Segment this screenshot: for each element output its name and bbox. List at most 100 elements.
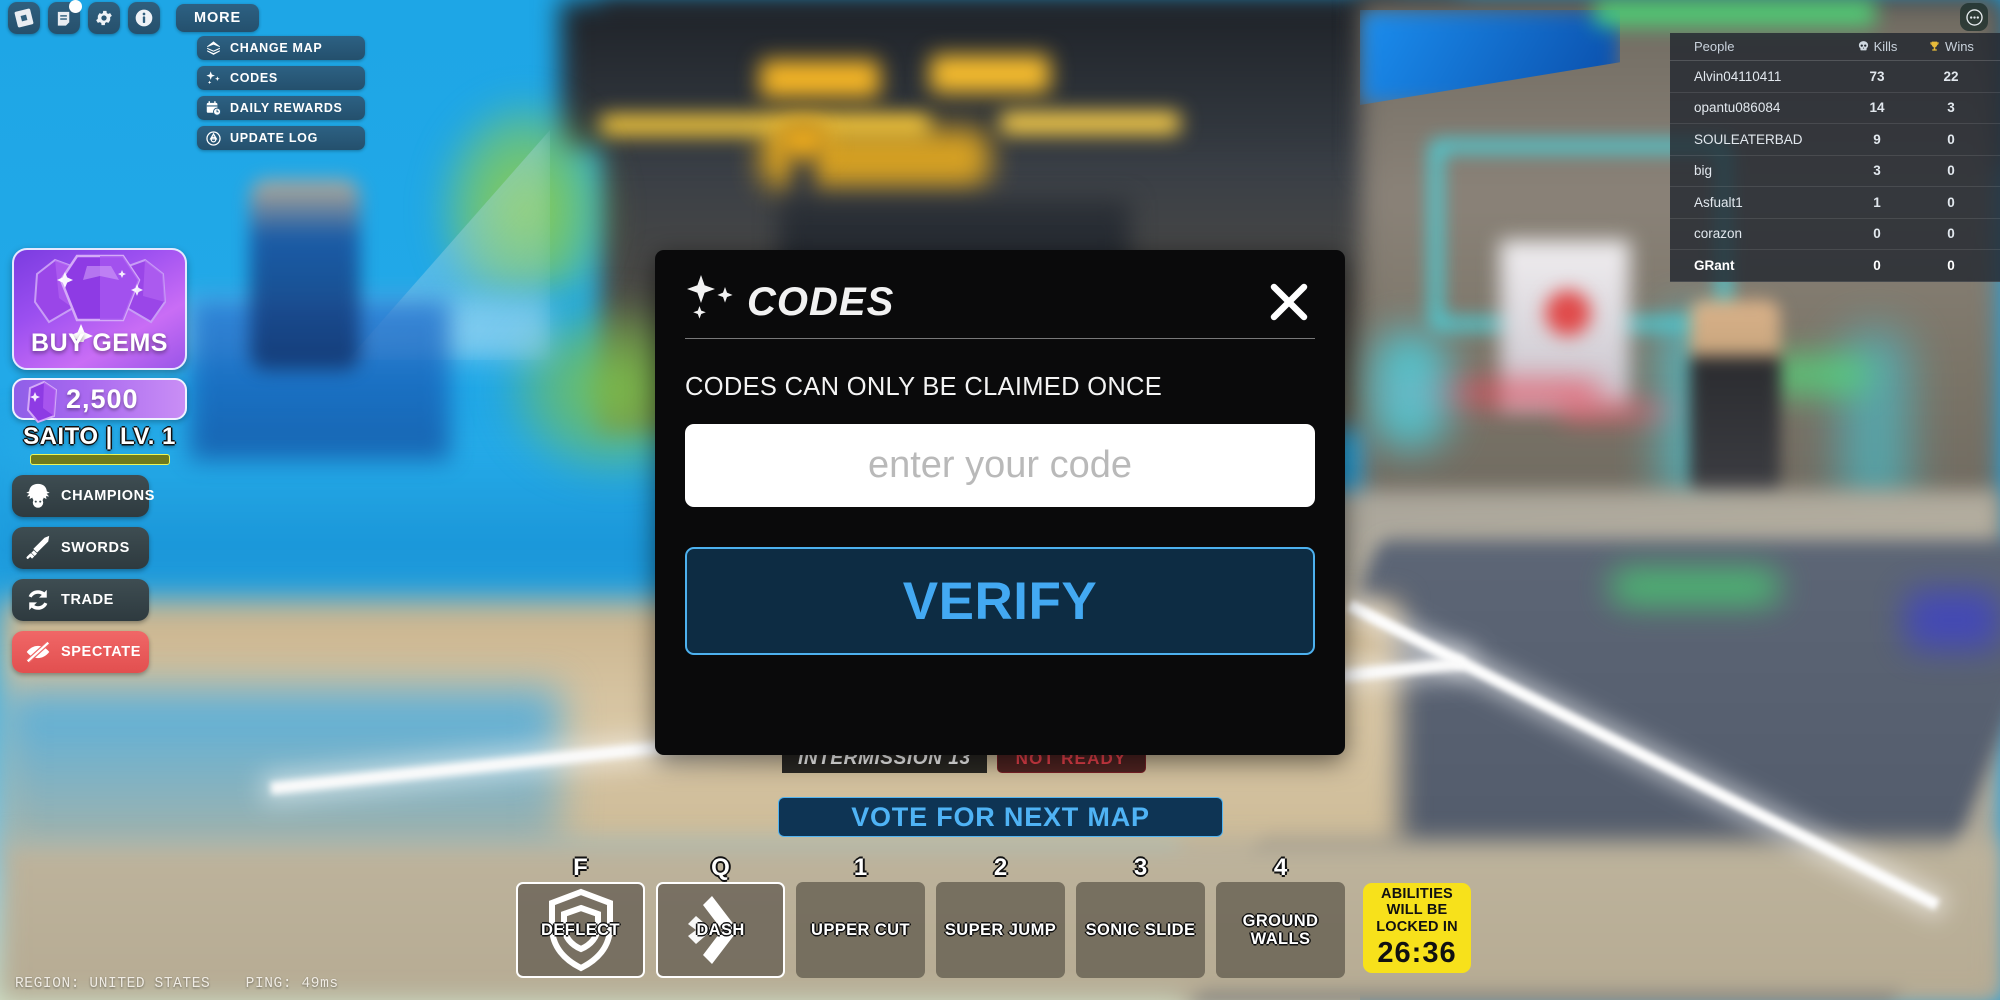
codes-modal-header: CODES (685, 272, 1315, 332)
menu-item-label: CHANGE MAP (230, 41, 323, 55)
ability-label: SONIC SLIDE (1085, 920, 1196, 939)
ability-key: Q (711, 854, 730, 881)
buy-gems-button[interactable]: BUY GEMS (12, 248, 187, 370)
ability-box[interactable]: UPPER CUT (796, 882, 925, 978)
neon-sign-bar (1000, 112, 1180, 134)
vote-for-next-map-button[interactable]: VOTE FOR NEXT MAP (778, 797, 1223, 837)
menu-item-codes[interactable]: CODES (197, 66, 365, 90)
ability-key: 1 (853, 854, 868, 881)
left-sidebar: BUY GEMS 2,500 SAITO | LV. 1 CHAMPIONS S… (12, 248, 187, 673)
info-icon[interactable] (128, 2, 160, 34)
ability-label: DEFLECT (541, 920, 620, 939)
sidebar-item-swords[interactable]: SWORDS (12, 527, 149, 569)
leaderboard-wins: 0 (1947, 163, 1955, 179)
leaderboard-kills: 3 (1873, 163, 1881, 179)
more-button[interactable]: MORE (176, 4, 260, 32)
menu-item-change-map[interactable]: CHANGE MAP (197, 36, 365, 60)
menu-item-update-log[interactable]: UPDATE LOG (197, 126, 365, 150)
region-ping-footer: REGION: UNITED STATES PING: 49ms (15, 976, 365, 992)
modal-divider (685, 338, 1315, 339)
leaderboard-player-name: Asfualt1 (1694, 194, 1743, 210)
ability-slot-sonic-slide[interactable]: 3 SONIC SLIDE (1076, 856, 1205, 978)
ability-label: GROUND WALLS (1242, 911, 1319, 948)
leaderboard-wins: 0 (1947, 257, 1955, 273)
leaderboard-player-name: GRant (1694, 257, 1735, 273)
ability-slot-upper-cut[interactable]: 1 UPPER CUT (796, 856, 925, 978)
ability-box[interactable]: SUPER JUMP (936, 882, 1065, 978)
leaderboard-row: Alvin04110411 73 22 (1670, 61, 2000, 93)
notification-badge (69, 0, 82, 13)
menu-item-label: CODES (230, 71, 278, 85)
champion-head-icon (22, 481, 54, 511)
sidebar-item-spectate[interactable]: SPECTATE (12, 631, 149, 673)
ability-key: 3 (1133, 854, 1148, 881)
ability-box[interactable]: DASH (656, 882, 785, 978)
trophy-icon (1930, 41, 1939, 51)
leaderboard-row: corazon 0 0 (1670, 219, 2000, 250)
poster-accent (1545, 290, 1591, 336)
lamp-light (775, 120, 831, 160)
ability-box[interactable]: GROUND WALLS (1216, 882, 1345, 978)
leaderboard-kills: 0 (1873, 226, 1881, 242)
ability-bar: F DEFLECT Q DASH 1 UPPER CUT 2 SUPER JUM… (516, 856, 1471, 978)
leaderboard-wins: 0 (1947, 131, 1955, 147)
sword-icon (22, 533, 54, 563)
eye-slash-icon (22, 637, 54, 667)
ellipsis-icon (1965, 8, 1983, 26)
more-dropdown-menu: CHANGE MAP CODES DAILY REWARDS UPDATE LO… (197, 36, 365, 150)
leaderboard-wins: 22 (1943, 68, 1959, 84)
gem-icon (18, 376, 66, 433)
leaderboard-player-name: Alvin04110411 (1694, 68, 1782, 84)
lock-timer-line-3: LOCKED IN (1376, 918, 1458, 935)
leaderboard-player-name: SOULEATERBAD (1694, 131, 1803, 147)
leaderboard-wins: 0 (1947, 194, 1955, 210)
codes-modal-title: CODES (747, 279, 895, 324)
sidebar-item-trade[interactable]: TRADE (12, 579, 149, 621)
leaderboard-rows: Alvin04110411 73 22 opantu086084 14 3 SOULEATE… (1670, 61, 2000, 282)
sparkles-icon (205, 70, 222, 87)
menu-item-label: UPDATE LOG (230, 131, 319, 145)
gem-count-display[interactable]: 2,500 (12, 378, 187, 424)
leaderboard-wins: 0 (1947, 226, 1955, 242)
verify-button[interactable]: VERIFY (685, 547, 1315, 655)
trinity-knot-icon (205, 130, 222, 147)
ability-slot-super-jump[interactable]: 2 SUPER JUMP (936, 856, 1065, 978)
ability-key: 4 (1273, 854, 1288, 881)
blue-glow (1905, 590, 2000, 650)
ability-slot-ground-walls[interactable]: 4 GROUND WALLS (1216, 856, 1345, 978)
code-input[interactable] (685, 424, 1315, 507)
chat-log-icon[interactable] (48, 0, 82, 34)
gem-count-value: 2,500 (66, 383, 139, 414)
leaderboard-kills: 1 (1873, 194, 1881, 210)
sidebar-item-label: TRADE (61, 592, 114, 608)
background-avatar (250, 180, 360, 370)
leaderboard-row: SOULEATERBAD 9 0 (1670, 124, 2000, 156)
ability-slot-dash[interactable]: Q DASH (656, 856, 785, 978)
leaderboard-player-name: corazon (1694, 226, 1743, 242)
gear-icon[interactable] (88, 2, 120, 34)
neon-sign-yellow (760, 60, 880, 98)
sidebar-item-label: SWORDS (61, 540, 130, 556)
skull-icon (1858, 41, 1868, 51)
lock-timer-value: 26:36 (1377, 936, 1457, 969)
lock-timer-line-2: WILL BE (1386, 902, 1448, 919)
ability-key: 2 (993, 854, 1008, 881)
neon-green-strip (1595, 0, 1875, 26)
leaderboard-row: big 3 0 (1670, 156, 2000, 187)
leaderboard-wins: 3 (1947, 100, 1955, 116)
sidebar-item-champions[interactable]: CHAMPIONS (12, 475, 154, 517)
menu-item-daily-rewards[interactable]: DAILY REWARDS (197, 96, 365, 120)
menu-item-label: DAILY REWARDS (230, 101, 343, 115)
close-icon[interactable] (1263, 276, 1315, 328)
roblox-logo-icon[interactable] (8, 2, 40, 34)
ability-slot-deflect[interactable]: F DEFLECT (516, 856, 645, 978)
abilities-lock-timer: ABILITIES WILL BE LOCKED IN 26:36 (1363, 883, 1471, 973)
chat-button[interactable] (1960, 3, 1988, 31)
ability-label: DASH (696, 920, 745, 939)
leaderboard-row: opantu086084 14 3 (1670, 93, 2000, 124)
ability-key: F (573, 854, 588, 881)
xp-progress-bar (29, 454, 170, 465)
region-label: REGION: UNITED STATES (15, 976, 211, 992)
ability-box[interactable]: DEFLECT (516, 882, 645, 978)
ability-box[interactable]: SONIC SLIDE (1076, 882, 1205, 978)
